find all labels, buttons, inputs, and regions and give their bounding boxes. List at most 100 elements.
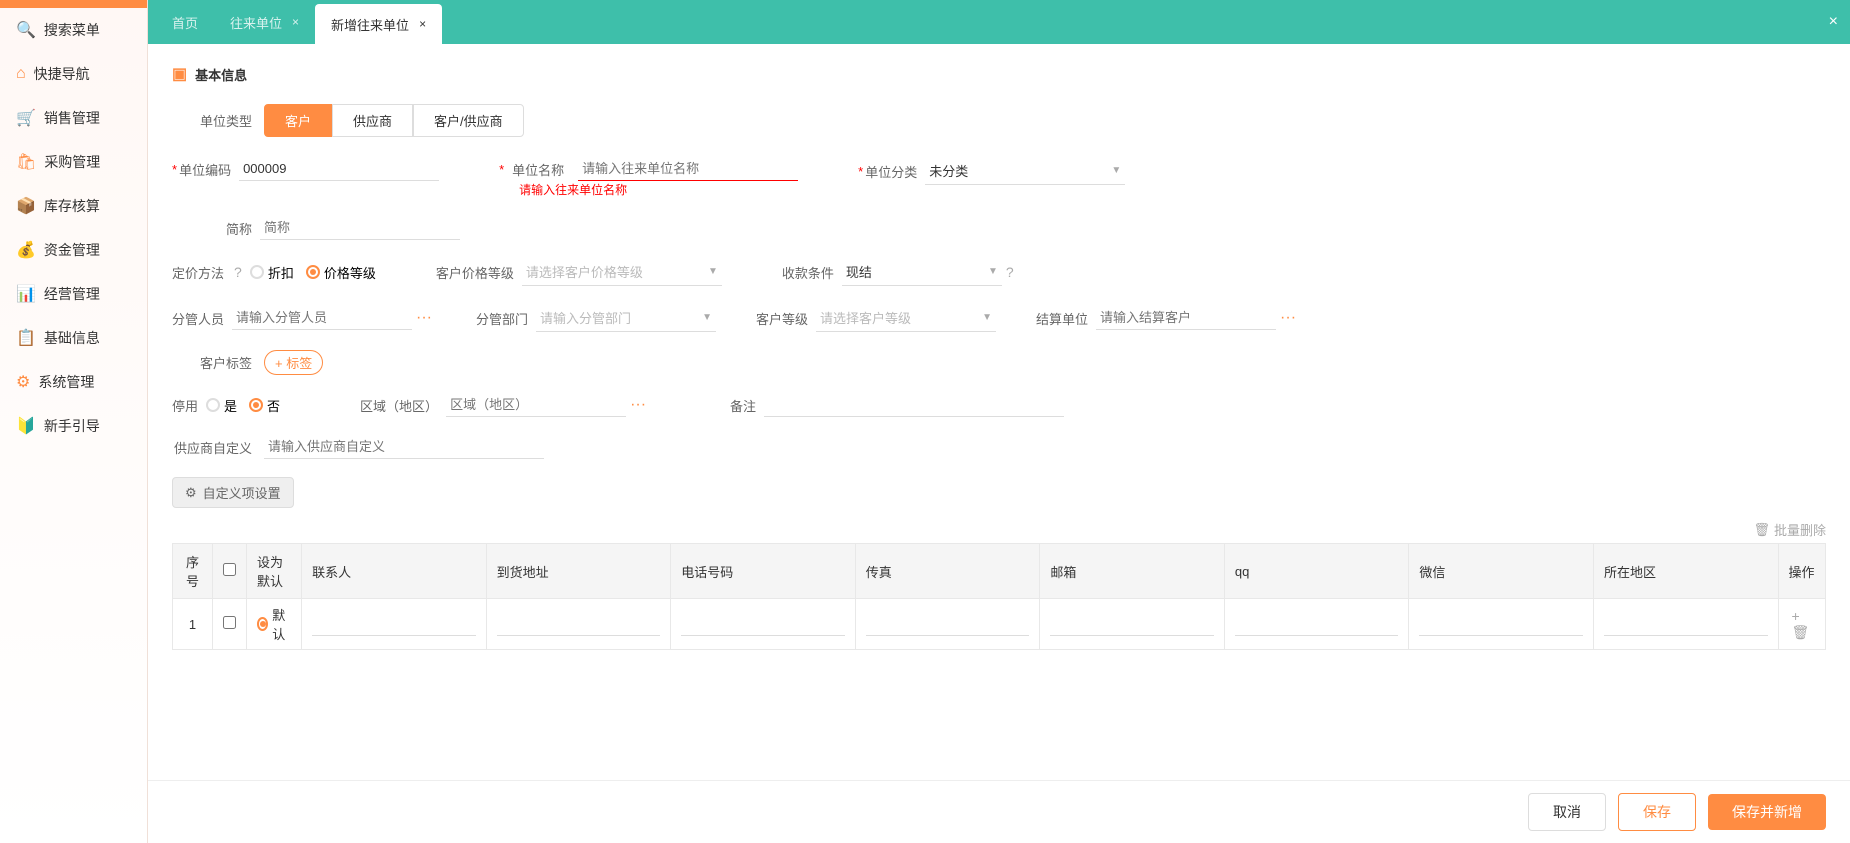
region-input[interactable] bbox=[446, 393, 626, 417]
disabled-no-circle bbox=[249, 398, 263, 412]
sidebar-item-inventory[interactable]: 📦 库存核算 bbox=[0, 184, 147, 228]
section-basic-info: ▣ 基本信息 bbox=[172, 64, 1826, 84]
customer-level-placeholder: 请选择客户等级 bbox=[820, 308, 978, 327]
unit-code-name-row: * 单位编码 * 单位名称 请输入往来单位名称 * 单位分类 bbox=[172, 157, 1826, 198]
unit-type-label: 单位类型 bbox=[172, 111, 252, 130]
remark-input[interactable] bbox=[764, 393, 1064, 417]
row-wechat-input[interactable] bbox=[1419, 612, 1583, 636]
col-email: 邮箱 bbox=[1040, 544, 1225, 599]
unit-type-supplier[interactable]: 供应商 bbox=[332, 104, 413, 137]
unit-category-value: 未分类 bbox=[929, 161, 1107, 180]
custom-settings-button[interactable]: ⚙ 自定义项设置 bbox=[172, 477, 294, 508]
unit-type-group: 客户 供应商 客户/供应商 bbox=[264, 104, 524, 137]
row-default-cell: 默认 bbox=[247, 599, 302, 650]
tab-new-partner-label: 新增往来单位 bbox=[331, 15, 409, 34]
sales-icon: 🛒 bbox=[16, 108, 36, 128]
batch-delete-label[interactable]: 批量删除 bbox=[1774, 520, 1826, 539]
sidebar-item-guide[interactable]: 🔰 新手引导 bbox=[0, 404, 147, 448]
section-title: 基本信息 bbox=[195, 65, 247, 84]
sidebar-label-sales: 销售管理 bbox=[44, 108, 100, 128]
tab-partners[interactable]: 往来单位 × bbox=[214, 0, 315, 44]
sidebar-top-bar bbox=[0, 0, 147, 8]
short-name-label: 简称 bbox=[172, 219, 252, 238]
row-email-input[interactable] bbox=[1050, 612, 1214, 636]
tab-bar-close-all[interactable]: × bbox=[1829, 13, 1838, 31]
guide-icon: 🔰 bbox=[16, 416, 36, 436]
sidebar-item-quicknav[interactable]: ⌂ 快捷导航 bbox=[0, 52, 147, 96]
sidebar-label-basic: 基础信息 bbox=[44, 328, 100, 348]
inventory-icon: 📦 bbox=[16, 196, 36, 216]
supplier-custom-label: 供应商自定义 bbox=[172, 438, 252, 457]
customer-tag-label: 客户标签 bbox=[172, 353, 252, 372]
sidebar-item-system[interactable]: ⚙ 系统管理 bbox=[0, 360, 147, 404]
purchase-icon: 🛍 bbox=[16, 152, 36, 172]
req-star-code: * bbox=[172, 162, 177, 177]
customer-price-select[interactable]: 请选择客户价格等级 ▼ bbox=[522, 258, 722, 286]
chevron-down-icon: ▼ bbox=[1111, 165, 1121, 176]
radio-price-level-label: 价格等级 bbox=[324, 263, 376, 282]
col-seq: 序号 bbox=[173, 544, 213, 599]
department-select[interactable]: 请输入分管部门 ▼ bbox=[536, 304, 716, 332]
pricing-help-icon[interactable]: ? bbox=[234, 264, 242, 280]
cancel-button[interactable]: 取消 bbox=[1528, 793, 1606, 831]
row-address-input[interactable] bbox=[497, 612, 661, 636]
tab-bar: 首页 往来单位 × 新增往来单位 × × bbox=[148, 0, 1850, 44]
supplier-custom-input[interactable] bbox=[264, 435, 544, 459]
short-name-input[interactable] bbox=[260, 216, 460, 240]
unit-code-input[interactable] bbox=[239, 157, 439, 181]
sidebar-item-basic[interactable]: 📋 基础信息 bbox=[0, 316, 147, 360]
unit-name-input[interactable] bbox=[578, 157, 798, 181]
row-region-input[interactable] bbox=[1604, 612, 1768, 636]
disabled-no-dot bbox=[253, 402, 259, 408]
row-fax-input[interactable] bbox=[866, 612, 1030, 636]
select-all-checkbox[interactable] bbox=[223, 563, 236, 576]
sidebar-item-operation[interactable]: 📊 经营管理 bbox=[0, 272, 147, 316]
add-tag-label: + 标签 bbox=[275, 353, 312, 372]
add-row-button[interactable]: + bbox=[1789, 608, 1803, 624]
sidebar-item-finance[interactable]: 💰 资金管理 bbox=[0, 228, 147, 272]
row-phone-input[interactable] bbox=[681, 612, 845, 636]
unit-type-customer[interactable]: 客户 bbox=[264, 104, 332, 137]
row-default-radio[interactable]: 默认 bbox=[257, 605, 291, 643]
settlement-input[interactable] bbox=[1096, 306, 1276, 330]
sidebar-item-sales[interactable]: 🛒 销售管理 bbox=[0, 96, 147, 140]
row-checkbox[interactable] bbox=[223, 616, 236, 629]
sidebar-item-search[interactable]: 🔍 搜索菜单 bbox=[0, 8, 147, 52]
save-and-new-button[interactable]: 保存并新增 bbox=[1708, 794, 1826, 830]
row-contact-input[interactable] bbox=[312, 612, 476, 636]
tab-new-partner[interactable]: 新增往来单位 × bbox=[315, 4, 442, 44]
sidebar-item-purchase[interactable]: 🛍 采购管理 bbox=[0, 140, 147, 184]
radio-disabled-yes[interactable]: 是 bbox=[206, 396, 237, 415]
delete-row-button[interactable]: 🗑 bbox=[1789, 624, 1813, 641]
customer-level-select[interactable]: 请选择客户等级 ▼ bbox=[816, 304, 996, 332]
unit-category-select[interactable]: 未分类 ▼ bbox=[925, 157, 1125, 185]
unit-type-both[interactable]: 客户/供应商 bbox=[413, 104, 524, 137]
payment-terms-select[interactable]: 现结 ▼ bbox=[842, 258, 1002, 286]
main-area: 首页 往来单位 × 新增往来单位 × × ▣ 基本信息 单位类型 客户 供应商 … bbox=[148, 0, 1850, 843]
radio-price-level[interactable]: 价格等级 bbox=[306, 263, 376, 282]
col-default: 设为默认 bbox=[247, 544, 302, 599]
save-button[interactable]: 保存 bbox=[1618, 793, 1696, 831]
row-qq-input[interactable] bbox=[1235, 612, 1399, 636]
row-wechat-cell bbox=[1409, 599, 1594, 650]
sidebar-label-guide: 新手引导 bbox=[44, 416, 100, 436]
manager-input[interactable] bbox=[232, 306, 412, 330]
pricing-method-field: 定价方法 ? 折扣 价格等级 bbox=[172, 263, 376, 282]
manager-more-btn[interactable]: ··· bbox=[412, 309, 436, 327]
payment-help-icon[interactable]: ? bbox=[1006, 264, 1014, 280]
tab-home[interactable]: 首页 bbox=[156, 0, 214, 44]
radio-disabled-no[interactable]: 否 bbox=[249, 396, 280, 415]
add-tag-button[interactable]: + 标签 bbox=[264, 350, 323, 375]
tab-partners-close[interactable]: × bbox=[292, 15, 299, 29]
radio-discount[interactable]: 折扣 bbox=[250, 263, 294, 282]
settlement-more-btn[interactable]: ··· bbox=[1276, 309, 1300, 327]
tab-new-partner-close[interactable]: × bbox=[419, 17, 426, 31]
payment-terms-label: 收款条件 bbox=[782, 263, 834, 282]
customer-level-label: 客户等级 bbox=[756, 309, 808, 328]
sidebar-label-operation: 经营管理 bbox=[44, 284, 100, 304]
unit-code-label: 单位编码 bbox=[179, 160, 231, 179]
department-label: 分管部门 bbox=[476, 309, 528, 328]
sidebar-label-quicknav: 快捷导航 bbox=[34, 64, 90, 84]
tag-row: 客户标签 + 标签 bbox=[172, 350, 1826, 375]
region-more-btn[interactable]: ··· bbox=[626, 396, 650, 414]
